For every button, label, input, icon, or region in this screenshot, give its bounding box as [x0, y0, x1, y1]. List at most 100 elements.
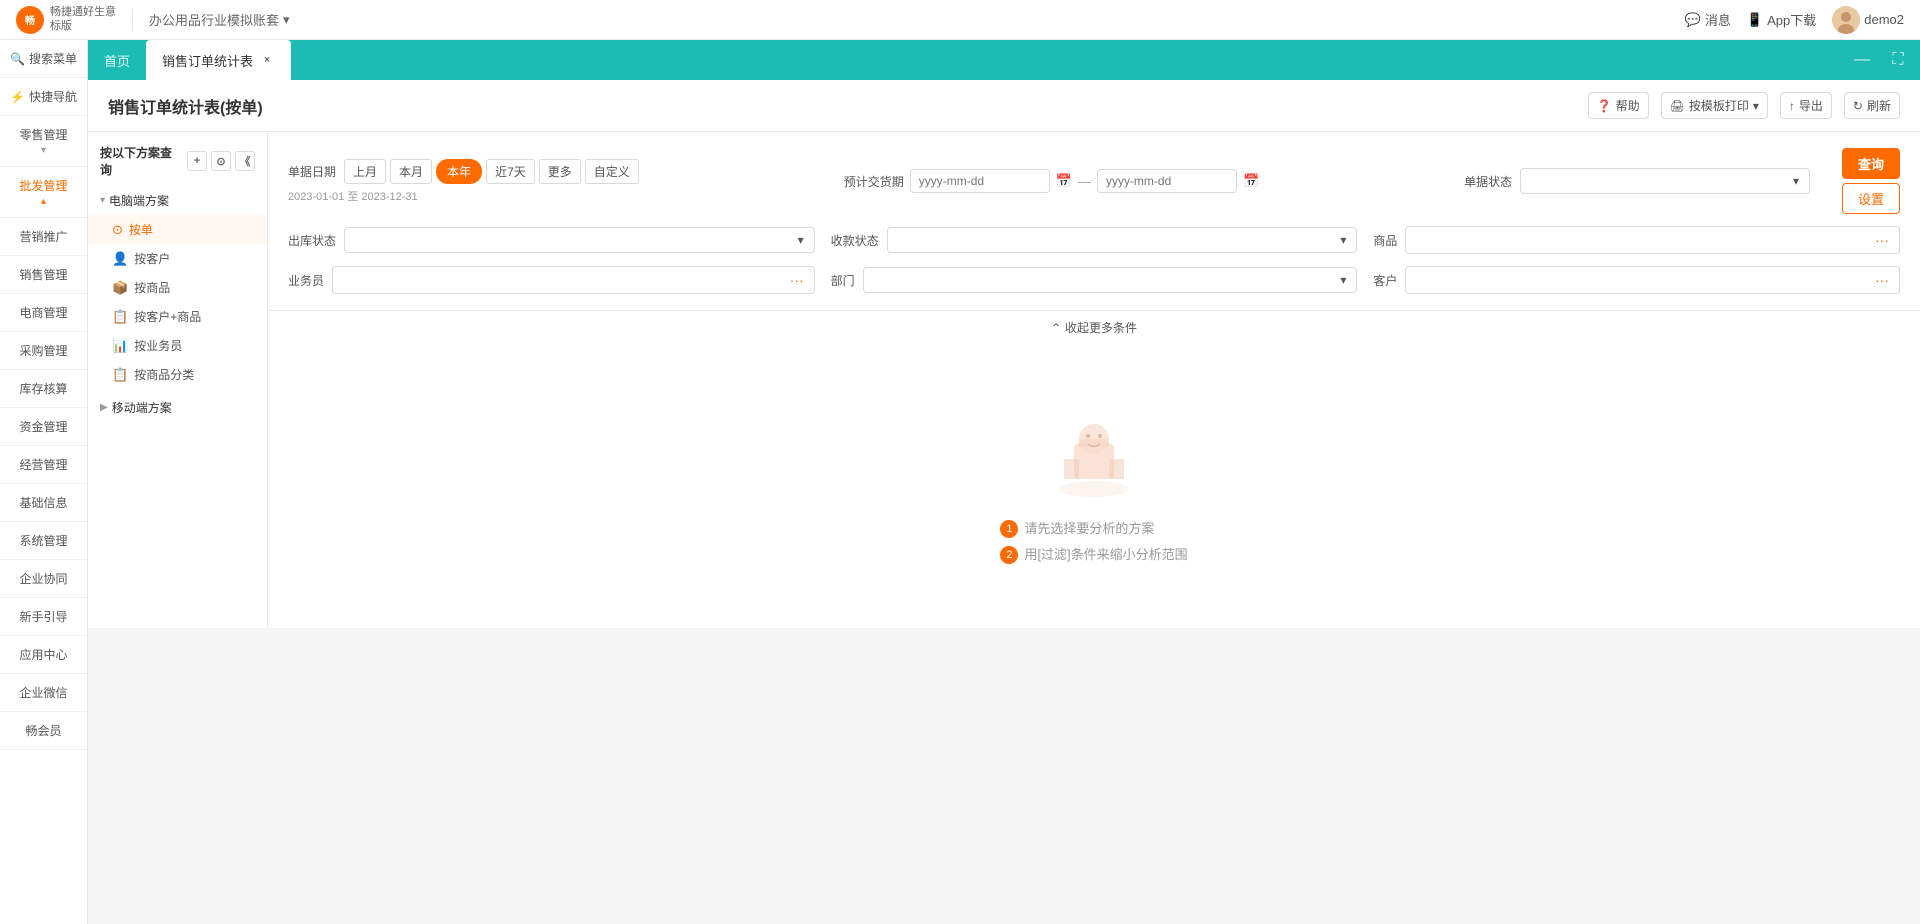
collapse-bar[interactable]: ⌃ 收起更多条件	[268, 310, 1920, 344]
sidebar-item-member[interactable]: 畅会员	[0, 712, 87, 750]
sidebar-item-label: 系统管理	[19, 532, 67, 549]
edit-icon: ⊙	[216, 155, 225, 168]
tab-home[interactable]: 首页	[88, 40, 146, 80]
scheme-title: 按以下方案查询	[100, 144, 181, 178]
scheme-item-by-order[interactable]: ⊙ 按单	[88, 215, 267, 244]
app-download-btn[interactable]: 📱 App下载	[1747, 10, 1816, 29]
goods-more-icon[interactable]: ···	[1875, 232, 1889, 248]
sidebar-item-wholesale[interactable]: 批发管理 ▴	[0, 167, 87, 218]
expected-date-start-input[interactable]	[910, 169, 1050, 193]
customer-more-icon[interactable]: ···	[1875, 272, 1889, 288]
breadcrumb[interactable]: 办公用品行业模拟账套 ▾	[149, 10, 290, 29]
tab-current-label: 销售订单统计表	[162, 51, 253, 70]
sidebar-item-wechat[interactable]: 企业微信	[0, 674, 87, 712]
scheme-item-by-customer-goods[interactable]: 📋 按客户+商品	[88, 302, 267, 331]
filter-row-3: 业务员 ··· 部门 ▾	[288, 266, 1900, 294]
department-select[interactable]: ▾	[863, 267, 1358, 293]
sidebar-item-sales[interactable]: 销售管理	[0, 256, 87, 294]
sidebar-item-label: 销售管理	[19, 266, 67, 283]
sidebar-item-enterprise[interactable]: 企业协同	[0, 560, 87, 598]
sidebar-item-ecommerce[interactable]: 电商管理	[0, 294, 87, 332]
scheme-edit-btn[interactable]: ⊙	[211, 151, 231, 171]
scheme-item-icon-salesperson: 📊	[112, 338, 128, 354]
scheme-item-icon-order: ⊙	[112, 222, 123, 238]
sidebar-item-finance[interactable]: 资金管理	[0, 408, 87, 446]
add-icon: +	[194, 155, 200, 167]
app-download-label: App下载	[1767, 10, 1816, 29]
tab-maximize-btn[interactable]: ⛶	[1884, 46, 1912, 74]
customer-select[interactable]: ···	[1405, 266, 1900, 294]
export-btn[interactable]: ↑ 导出	[1780, 92, 1832, 119]
sidebar-item-appcenter[interactable]: 应用中心	[0, 636, 87, 674]
scheme-desktop-group-title[interactable]: ▾ 电脑端方案	[88, 186, 267, 215]
scheme-item-by-category[interactable]: 📋 按商品分类	[88, 360, 267, 389]
scheme-item-by-goods[interactable]: 📦 按商品	[88, 273, 267, 302]
tab-bar-right: — ⛶	[1848, 46, 1920, 74]
sidebar-item-newuser[interactable]: 新手引导	[0, 598, 87, 636]
sidebar-item-system[interactable]: 系统管理	[0, 522, 87, 560]
username-label: demo2	[1864, 12, 1904, 27]
help-icon: ❓	[1597, 99, 1612, 113]
sidebar-item-purchase[interactable]: 采购管理	[0, 332, 87, 370]
payment-status-select[interactable]: ▾	[887, 227, 1358, 253]
search-menu-label: 搜索菜单	[29, 50, 77, 67]
date-btn-thismonth[interactable]: 本月	[390, 159, 432, 184]
expected-date-end-input[interactable]	[1097, 169, 1237, 193]
filter-row-1: 单据日期 上月 本月 本年 近7天 更多 自定义	[288, 148, 1900, 214]
print-btn[interactable]: 🖨 按模板打印 ▾	[1661, 92, 1768, 119]
user-area[interactable]: demo2	[1832, 6, 1904, 34]
refresh-btn[interactable]: ↻ 刷新	[1844, 92, 1900, 119]
date-btn-7days[interactable]: 近7天	[486, 159, 535, 184]
filter-panel: 单据日期 上月 本月 本年 近7天 更多 自定义	[268, 132, 1920, 310]
scheme-add-btn[interactable]: +	[187, 151, 207, 171]
sidebar-search-menu[interactable]: 🔍 搜索菜单	[0, 40, 87, 78]
scheme-collapse-btn[interactable]: 《	[235, 151, 255, 171]
date-btn-thisyear[interactable]: 本年	[436, 159, 482, 184]
sidebar-item-label: 经营管理	[19, 456, 67, 473]
message-btn[interactable]: 💬 消息	[1685, 10, 1731, 29]
sidebar-item-operations[interactable]: 经营管理	[0, 446, 87, 484]
query-btn[interactable]: 查询	[1842, 148, 1900, 179]
delivery-status-select[interactable]: ▾	[344, 227, 815, 253]
settings-btn[interactable]: 设置	[1842, 183, 1900, 214]
sidebar-quick-nav[interactable]: ⚡ 快捷导航	[0, 78, 87, 116]
calendar-start-icon[interactable]: 📅	[1056, 173, 1072, 189]
date-btn-lastmonth[interactable]: 上月	[344, 159, 386, 184]
page-header-actions: ❓ 帮助 🖨 按模板打印 ▾ ↑ 导出 ↻ 刷新	[1588, 92, 1900, 131]
hint-text-1: 请先选择要分析的方案	[1024, 516, 1154, 542]
sidebar-item-retail[interactable]: 零售管理 ▾	[0, 116, 87, 167]
sidebar-item-marketing[interactable]: 营销推广	[0, 218, 87, 256]
tab-close-btn[interactable]: ×	[259, 52, 275, 68]
goods-select[interactable]: ···	[1405, 226, 1900, 254]
expected-date-label: 预计交货期	[844, 173, 904, 190]
avatar	[1832, 6, 1860, 34]
sales-person-more-icon[interactable]: ···	[790, 272, 804, 288]
scheme-item-by-salesperson[interactable]: 📊 按业务员	[88, 331, 267, 360]
page-content: 销售订单统计表(按单) ❓ 帮助 🖨 按模板打印 ▾ ↑ 导出	[88, 80, 1920, 924]
sidebar-item-label: 采购管理	[19, 342, 67, 359]
collapse-label: 收起更多条件	[1065, 319, 1137, 336]
sidebar-item-inventory[interactable]: 库存核算	[0, 370, 87, 408]
sidebar-item-basics[interactable]: 基础信息	[0, 484, 87, 522]
scheme-item-label: 按单	[129, 221, 153, 238]
scheme-mobile-group-title[interactable]: ▶ 移动端方案	[88, 393, 267, 422]
delivery-status-group: 出库状态 ▾	[288, 227, 815, 253]
scheme-item-label: 按客户	[134, 250, 170, 267]
logo-text-line2: 标版	[50, 20, 116, 33]
date-btn-custom[interactable]: 自定义	[585, 159, 639, 184]
help-btn[interactable]: ❓ 帮助	[1588, 92, 1649, 119]
doc-status-select[interactable]: ▾	[1520, 168, 1810, 194]
goods-label: 商品	[1373, 232, 1397, 249]
tab-current[interactable]: 销售订单统计表 ×	[146, 40, 291, 80]
scheme-item-by-customer[interactable]: 👤 按客户	[88, 244, 267, 273]
chevron-down-icon: ▾	[1340, 273, 1346, 287]
tab-minimize-btn[interactable]: —	[1848, 46, 1876, 74]
sales-person-select[interactable]: ···	[332, 266, 815, 294]
calendar-end-icon[interactable]: 📅	[1243, 173, 1259, 189]
print-icon: 🖨	[1670, 99, 1685, 113]
customer-label: 客户	[1373, 272, 1397, 289]
sidebar-item-label: 营销推广	[19, 228, 67, 245]
scheme-item-icon-category: 📋	[112, 367, 128, 383]
date-btn-more[interactable]: 更多	[539, 159, 581, 184]
sidebar-item-label: 基础信息	[19, 494, 67, 511]
